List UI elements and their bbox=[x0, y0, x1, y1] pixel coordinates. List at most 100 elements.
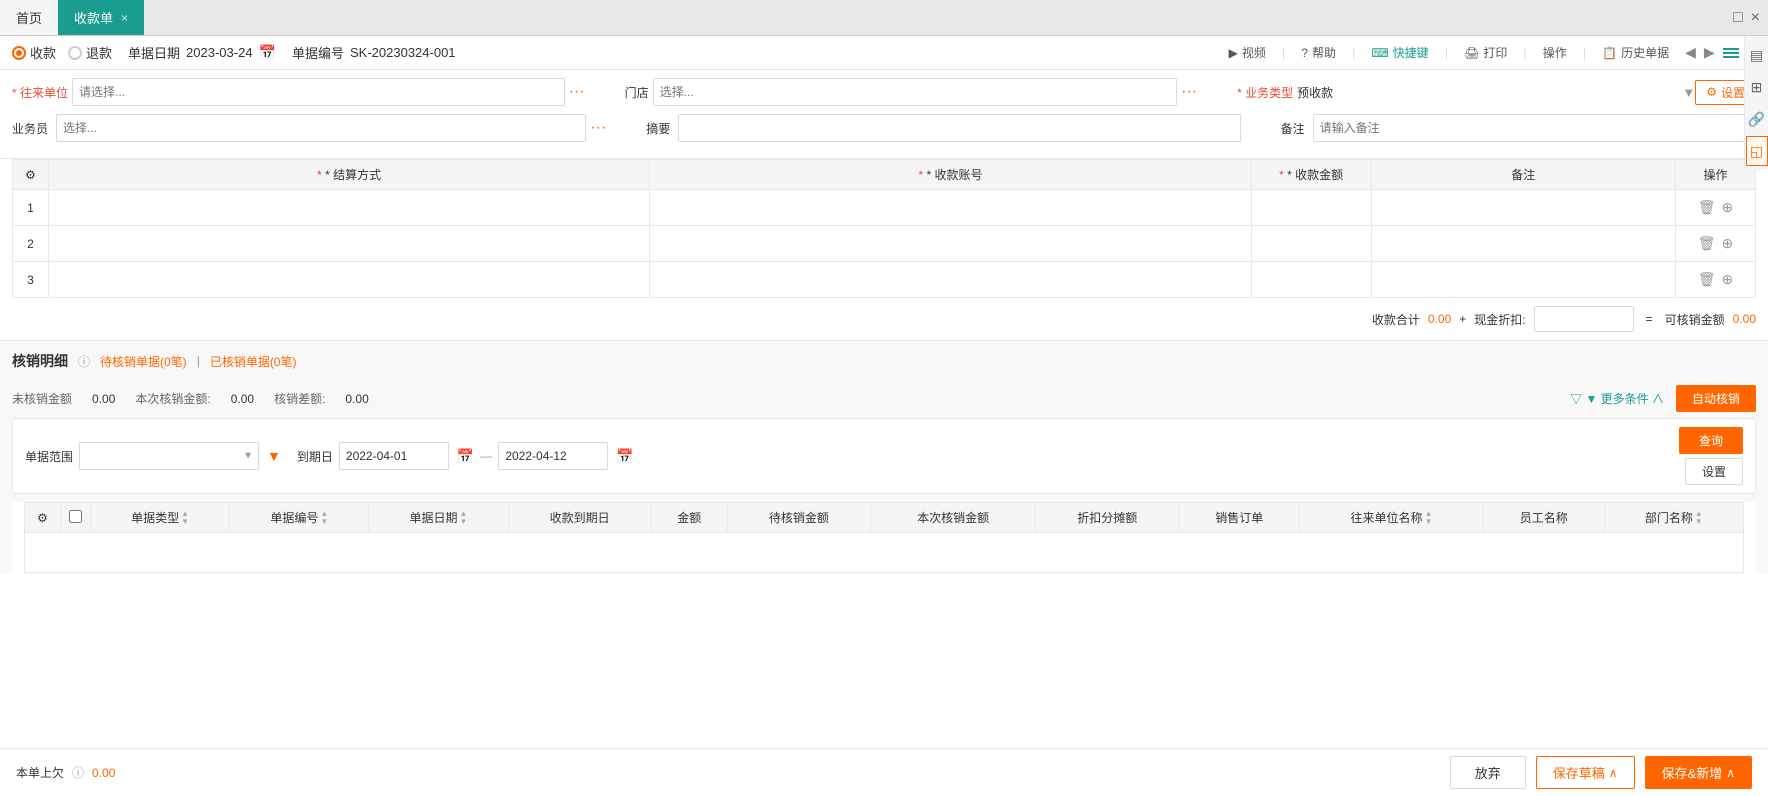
rp-table-icon[interactable]: ▤ bbox=[1746, 40, 1768, 70]
video-label: 视频 bbox=[1242, 44, 1266, 61]
row2-delete-icon[interactable]: 🗑 bbox=[1698, 235, 1716, 252]
sep2: | bbox=[1352, 45, 1355, 60]
row3-actions: 🗑 ⊕ bbox=[1676, 262, 1756, 298]
rp-grid-icon[interactable]: ⊞ bbox=[1746, 72, 1768, 102]
remark-input[interactable] bbox=[1313, 114, 1756, 142]
range-select-wrap bbox=[79, 442, 259, 470]
row3-remark[interactable] bbox=[1371, 262, 1675, 298]
rp-link-icon[interactable]: 🔗 bbox=[1746, 104, 1768, 134]
bth-gear[interactable]: ⚙ bbox=[25, 503, 61, 533]
radio-shoukuan[interactable]: 收款 bbox=[12, 43, 56, 62]
source-input[interactable] bbox=[72, 78, 565, 106]
form-row-2: 业务员 ··· 摘要 备注 bbox=[12, 114, 1756, 142]
row3-delete-icon[interactable]: 🗑 bbox=[1698, 271, 1716, 288]
select-all-checkbox[interactable] bbox=[69, 510, 82, 523]
radio-tuikuan[interactable]: 退款 bbox=[68, 43, 112, 62]
staff-more-icon[interactable]: ··· bbox=[590, 120, 606, 136]
footer-spacer bbox=[0, 573, 1768, 633]
help-btn[interactable]: ? 帮助 bbox=[1293, 42, 1344, 63]
store-input[interactable] bbox=[653, 78, 1178, 106]
discount-input[interactable] bbox=[1534, 306, 1634, 332]
range-select[interactable] bbox=[79, 442, 259, 470]
type-radio-group: 收款 退款 bbox=[12, 43, 112, 62]
row1-amount[interactable] bbox=[1251, 190, 1371, 226]
bt-arrow-icon[interactable]: ▼ bbox=[1682, 85, 1695, 100]
range-label: 单据范围 bbox=[25, 448, 73, 465]
bth-checkbox[interactable] bbox=[61, 503, 91, 533]
remark-label: 备注 bbox=[1281, 120, 1305, 137]
rp-expand-icon[interactable]: ◱ bbox=[1746, 136, 1768, 166]
row1-payment[interactable] bbox=[49, 190, 650, 226]
due-label: 到期日 bbox=[297, 448, 333, 465]
row2-account[interactable] bbox=[650, 226, 1251, 262]
row3-account[interactable] bbox=[650, 262, 1251, 298]
sort-doc-type[interactable]: 单据类型 ▲▼ bbox=[99, 509, 221, 526]
operation-btn[interactable]: 操作 bbox=[1535, 42, 1575, 63]
layout-icon bbox=[1723, 47, 1739, 59]
nav-prev[interactable]: ◀ bbox=[1685, 44, 1696, 61]
due-to-input[interactable] bbox=[498, 442, 608, 470]
summary-input[interactable] bbox=[678, 114, 1240, 142]
row1-delete-icon[interactable]: 🗑 bbox=[1698, 199, 1716, 216]
sort-dept[interactable]: 部门名称 ▲▼ bbox=[1613, 509, 1735, 526]
row3-amount[interactable] bbox=[1251, 262, 1371, 298]
row2-payment[interactable] bbox=[49, 226, 650, 262]
close-window-icon[interactable]: × bbox=[1751, 9, 1760, 27]
store-more-icon[interactable]: ··· bbox=[1181, 84, 1197, 100]
tab-home[interactable]: 首页 bbox=[0, 0, 58, 35]
row3-copy-icon[interactable]: ⊕ bbox=[1722, 271, 1734, 288]
staff-input[interactable] bbox=[56, 114, 586, 142]
writeoff-info-icon[interactable]: ⓘ bbox=[78, 353, 90, 370]
source-more-icon[interactable]: ··· bbox=[569, 84, 585, 100]
available-label: 可核销金额 bbox=[1665, 311, 1725, 328]
auto-writeoff-btn[interactable]: 自动核销 bbox=[1676, 385, 1756, 412]
bottom-table-head: ⚙ 单据类型 ▲▼ 单据编号 bbox=[25, 503, 1744, 533]
history-btn[interactable]: 📋 历史单据 bbox=[1594, 42, 1677, 63]
available-value: 0.00 bbox=[1733, 312, 1756, 326]
date-calendar-icon[interactable]: 📅 bbox=[259, 44, 276, 61]
shortcut-btn[interactable]: ⌨ 快捷键 bbox=[1363, 42, 1436, 63]
save-new-btn[interactable]: 保存&新增 ∧ bbox=[1645, 756, 1752, 789]
row1-remark[interactable] bbox=[1371, 190, 1675, 226]
sort-doc-date[interactable]: 单据日期 ▲▼ bbox=[377, 509, 499, 526]
row1-copy-icon[interactable]: ⊕ bbox=[1722, 199, 1734, 216]
total-label: 收款合计 bbox=[1372, 311, 1420, 328]
sort-source[interactable]: 往来单位名称 ▲▼ bbox=[1308, 509, 1475, 526]
more-conditions-btn[interactable]: ▽ ▼ 更多条件 ∧ bbox=[1570, 390, 1664, 407]
video-btn[interactable]: ▶ 视频 bbox=[1221, 42, 1274, 63]
layout-btn[interactable] bbox=[1723, 47, 1739, 59]
sort-doc-no[interactable]: 单据编号 ▲▼ bbox=[238, 509, 360, 526]
row2-remark[interactable] bbox=[1371, 226, 1675, 262]
empty-row bbox=[25, 533, 1744, 573]
row2-copy-icon[interactable]: ⊕ bbox=[1722, 235, 1734, 252]
tab-active[interactable]: 收款单 × bbox=[58, 0, 144, 35]
gear-icon2[interactable]: ⚙ bbox=[37, 511, 48, 525]
draft-btn[interactable]: 保存草稿 ∧ bbox=[1536, 756, 1635, 789]
th-settings[interactable]: ⚙ bbox=[13, 160, 49, 190]
gear-th-icon[interactable]: ⚙ bbox=[21, 168, 40, 182]
due-to-cal-icon[interactable]: 📅 bbox=[616, 448, 633, 465]
tab-pending[interactable]: 待核销单据(0笔) bbox=[100, 353, 187, 370]
no-value: SK-20230324-001 bbox=[350, 45, 456, 60]
row3-payment[interactable] bbox=[49, 262, 650, 298]
date-field: 单据日期 2023-03-24 📅 bbox=[128, 43, 276, 62]
abandon-btn[interactable]: 放弃 bbox=[1450, 756, 1526, 789]
print-btn[interactable]: 🖨 打印 bbox=[1456, 42, 1515, 63]
query-btn[interactable]: 查询 bbox=[1679, 427, 1743, 454]
tab-done[interactable]: 已核销单据(0笔) bbox=[210, 353, 297, 370]
due-from-input[interactable] bbox=[339, 442, 449, 470]
writeoff-actions: ▽ ▼ 更多条件 ∧ 自动核销 bbox=[1570, 385, 1756, 412]
due-from-cal-icon[interactable]: 📅 bbox=[457, 448, 474, 465]
bth-pending-amount: 待核销金额 bbox=[727, 503, 870, 533]
row-num-1: 1 bbox=[13, 190, 49, 226]
filter-settings-btn[interactable]: 设置 bbox=[1685, 458, 1743, 485]
balance-info-icon[interactable]: ⓘ bbox=[72, 764, 84, 781]
tab-close-btn[interactable]: × bbox=[121, 11, 128, 25]
row2-amount[interactable] bbox=[1251, 226, 1371, 262]
range-dropdown-icon[interactable]: ▼ bbox=[267, 448, 281, 464]
row1-account[interactable] bbox=[650, 190, 1251, 226]
nav-next[interactable]: ▶ bbox=[1704, 44, 1715, 61]
footer: 本单上欠 ⓘ 0.00 放弃 保存草稿 ∧ 保存&新增 ∧ bbox=[0, 748, 1768, 796]
maximize-icon[interactable]: □ bbox=[1733, 9, 1743, 27]
bth-sales-order: 销售订单 bbox=[1179, 503, 1300, 533]
